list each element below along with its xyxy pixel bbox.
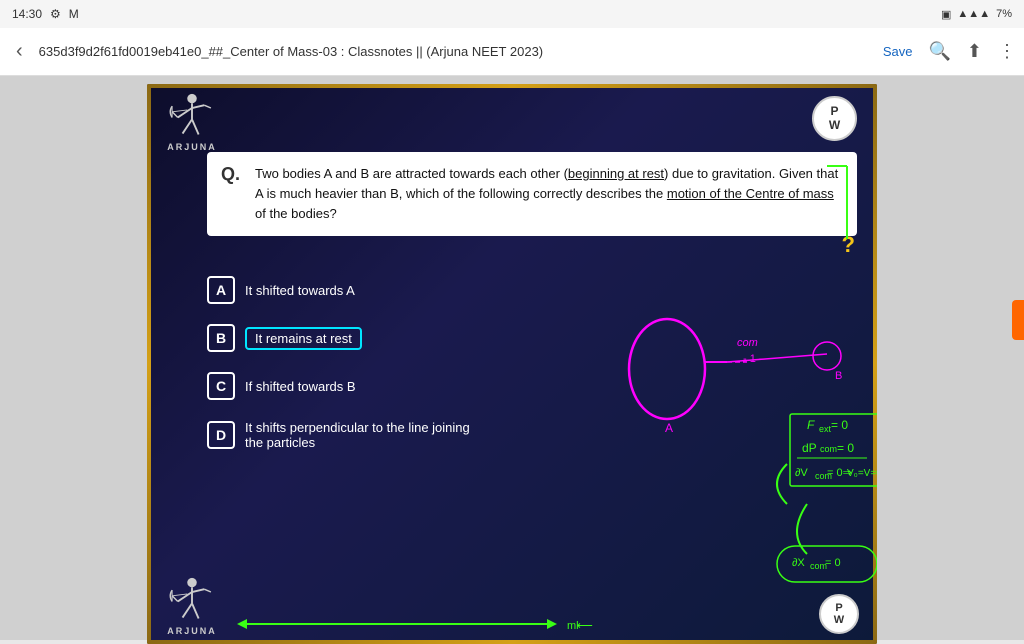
status-bar: 14:30 ⚙ M ▣ ▲▲▲ 7% — [0, 0, 1024, 28]
question-box: Q. Two bodies A and B are attracted towa… — [207, 152, 857, 236]
back-button[interactable]: ‹ — [8, 36, 31, 67]
question-label: Q. — [221, 164, 245, 224]
question-mark-decoration: ? — [842, 232, 855, 258]
archer-figure-top — [167, 92, 217, 142]
more-button[interactable]: ⋮ — [998, 41, 1016, 62]
nav-bar: ‹ 635d3f9d2f61fd0019eb41e0_##_Center of … — [0, 28, 1024, 76]
battery-percent: 7% — [996, 8, 1012, 20]
slide: ARJUNA PW Q. Two bodies A and B are attr… — [147, 84, 877, 644]
battery-icon: ▣ — [941, 8, 951, 21]
arjuna-logo-top: ARJUNA — [167, 92, 217, 152]
beginning-at-rest-text: beginning at rest — [568, 166, 664, 181]
arjuna-logo-bottom: ARJUNA — [167, 576, 217, 636]
search-button[interactable]: 🔍 — [928, 41, 950, 62]
gold-border-bottom — [147, 640, 877, 644]
signal-icon: ▲▲▲ — [957, 8, 990, 20]
nav-actions: Save 🔍 ⬆ ⋮ — [883, 41, 1016, 62]
orange-tab[interactable] — [1012, 300, 1024, 340]
settings-icon: ⚙ — [50, 7, 61, 21]
gold-border-left — [147, 84, 151, 644]
option-d-letter: D — [207, 421, 235, 449]
gold-border-top — [147, 84, 877, 88]
arjuna-label-bottom: ARJUNA — [167, 626, 217, 636]
option-c-text: If shifted towards B — [245, 379, 356, 394]
time-display: 14:30 — [12, 7, 42, 21]
archer-figure-bottom — [167, 576, 217, 626]
nav-title: 635d3f9d2f61fd0019eb41e0_##_Center of Ma… — [39, 44, 875, 59]
content-area: ARJUNA PW Q. Two bodies A and B are attr… — [0, 76, 1024, 640]
pw-logo-bottom: PW — [819, 594, 859, 634]
option-b-text: It remains at rest — [245, 327, 362, 350]
option-d-text: It shifts perpendicular to the line join… — [245, 420, 487, 450]
option-c-row: C If shifted towards B — [207, 372, 487, 400]
option-a-row: A It shifted towards A — [207, 276, 487, 304]
save-button[interactable]: Save — [883, 44, 913, 59]
option-a-text: It shifted towards A — [245, 283, 355, 298]
option-c-letter: C — [207, 372, 235, 400]
options-area: A It shifted towards A B It remains at r… — [207, 276, 487, 470]
option-a-letter: A — [207, 276, 235, 304]
email-icon: M — [69, 7, 79, 21]
option-b-row: B It remains at rest — [207, 324, 487, 352]
pw-logo-top: PW — [812, 96, 857, 141]
pw-logo-text: PW — [829, 105, 840, 131]
gold-border-right — [873, 84, 877, 644]
pw-logo-bottom-text: PW — [834, 602, 844, 626]
share-button[interactable]: ⬆ — [967, 41, 982, 62]
option-b-letter: B — [207, 324, 235, 352]
motion-text: motion of the Centre of mass — [667, 186, 834, 201]
arjuna-label-top: ARJUNA — [167, 142, 217, 152]
option-d-row: D It shifts perpendicular to the line jo… — [207, 420, 487, 450]
question-text: Two bodies A and B are attracted towards… — [255, 164, 843, 224]
